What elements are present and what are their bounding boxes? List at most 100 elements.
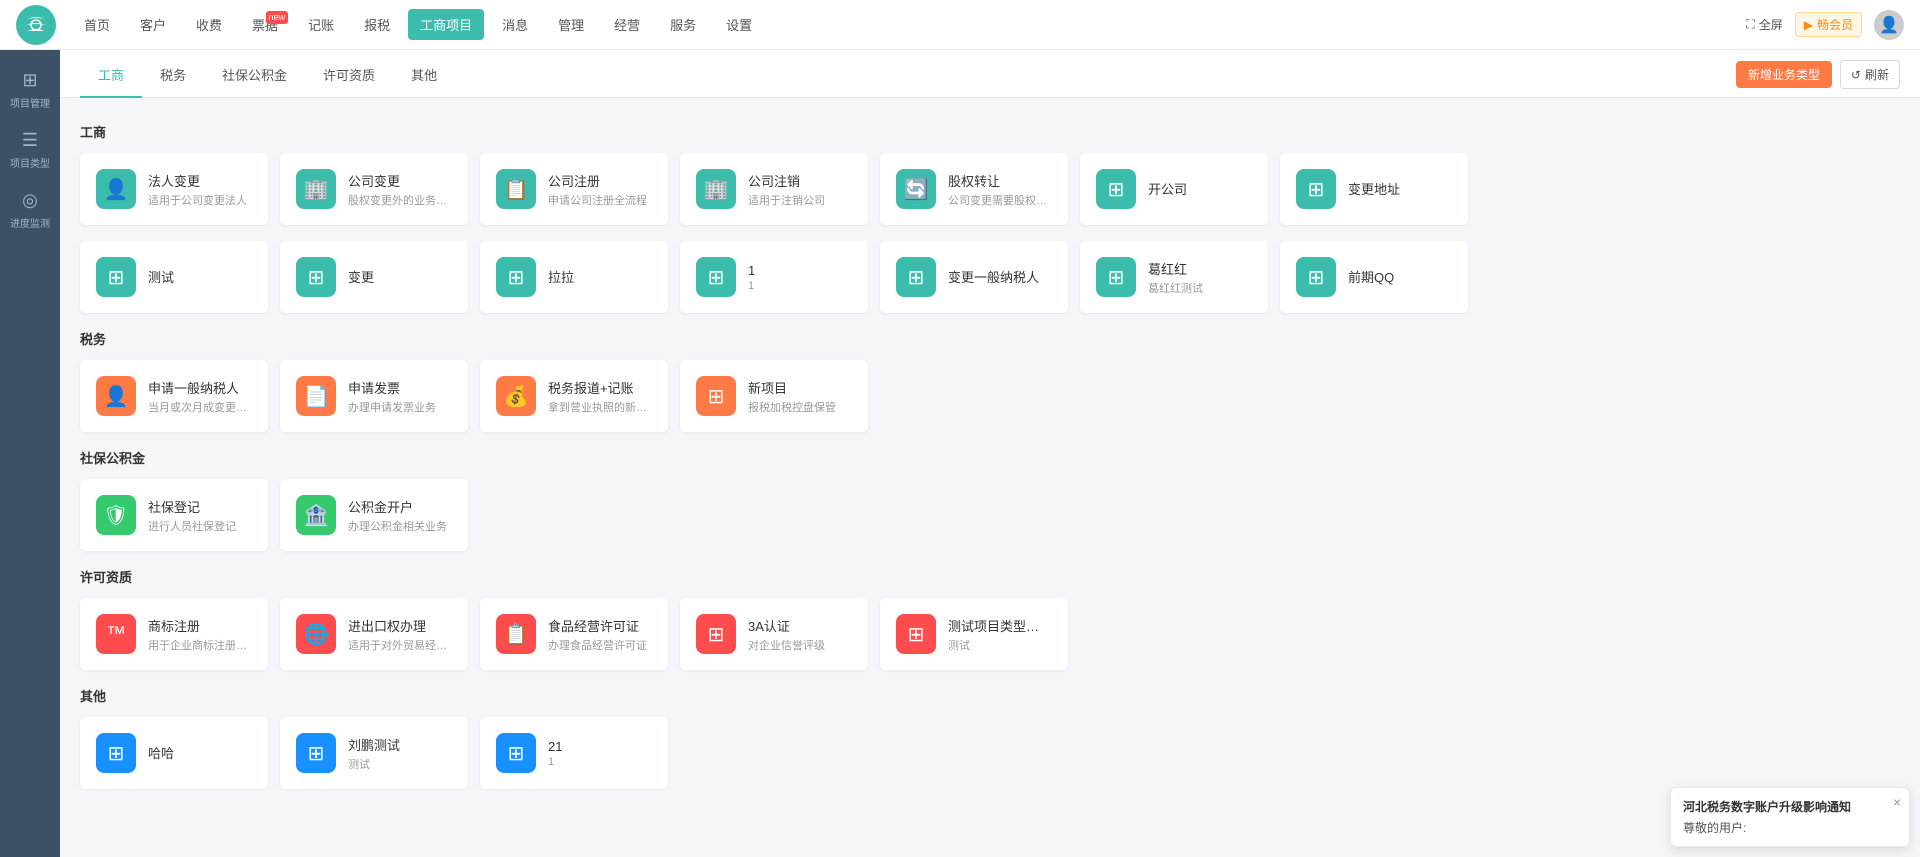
card-former-qq[interactable]: ⊞ 前期QQ	[1280, 241, 1468, 313]
card-open-company[interactable]: ⊞ 开公司	[1080, 153, 1268, 225]
card-title-fund-open: 公积金开户	[348, 497, 452, 516]
card-desc-liupeng-test: 测试	[348, 756, 452, 772]
card-title-test: 测试	[148, 267, 252, 286]
card-desc-company-register: 申请公司注册全流程	[548, 192, 652, 208]
card-desc-one: 1	[748, 280, 852, 292]
card-import-export[interactable]: 🌐 进出口权办理 适用于对外贸易经营者	[280, 598, 468, 670]
tab-license[interactable]: 许可资质	[305, 65, 393, 98]
card-3a-cert[interactable]: ⊞ 3A认证 对企业信誉评级	[680, 598, 868, 670]
nav-settings[interactable]: 设置	[714, 9, 764, 40]
card-company-change[interactable]: 🏢 公司变更 股权变更外的业务变更	[280, 153, 468, 225]
card-desc-apply-invoice: 办理申请发票业务	[348, 399, 452, 415]
section-title-other: 其他	[80, 686, 1900, 705]
card-desc-3a-cert: 对企业信誉评级	[748, 637, 852, 653]
member-icon: ▶	[1804, 18, 1813, 32]
card-desc-import-export: 适用于对外贸易经营者	[348, 637, 452, 653]
card-company-cancel[interactable]: 🏢 公司注销 适用于注销公司	[680, 153, 868, 225]
notification-content: 尊敬的用户:	[1683, 819, 1897, 836]
member-btn[interactable]: ▶ 畅会员	[1795, 12, 1862, 37]
card-test[interactable]: ⊞ 测试	[80, 241, 268, 313]
card-icon-tax-report: 💰	[496, 376, 536, 416]
logo[interactable]	[16, 5, 56, 45]
card-icon-liupeng-test: ⊞	[296, 733, 336, 773]
nav-customer[interactable]: 客户	[128, 9, 178, 40]
cards-grid-industrial: 👤 法人变更 适用于公司变更法人 🏢 公司变更 股权变更外的业务变更	[80, 153, 1900, 225]
card-change-address[interactable]: ⊞ 变更地址	[1280, 153, 1468, 225]
tab-social[interactable]: 社保公积金	[204, 65, 305, 98]
nav-operation[interactable]: 经营	[602, 9, 652, 40]
card-test-type[interactable]: ⊞ 测试项目类型目定义 测试	[880, 598, 1068, 670]
card-tax-report[interactable]: 💰 税务报道+记账 拿到营业执照的新公司	[480, 360, 668, 432]
card-icon-import-export: 🌐	[296, 614, 336, 654]
card-icon-lala: ⊞	[496, 257, 536, 297]
topnav-right: ⛶ 全屏 ▶ 畅会员 👤	[1746, 10, 1904, 40]
cards-grid-other: ⊞ 哈哈 ⊞ 刘鹏测试 测试 ⊞	[80, 717, 1900, 789]
card-title-haha: 哈哈	[148, 743, 252, 762]
notification-title: 河北税务数字账户升级影响通知	[1683, 798, 1897, 815]
nav-ticket[interactable]: 票据 new	[240, 9, 290, 40]
card-desc-fund-open: 办理公积金相关业务	[348, 518, 452, 534]
card-legal-change[interactable]: 👤 法人变更 适用于公司变更法人	[80, 153, 268, 225]
card-fund-open[interactable]: 🏦 公积金开户 办理公积金相关业务	[280, 479, 468, 551]
card-desc-tax-report: 拿到营业执照的新公司	[548, 399, 652, 415]
card-icon-open-company: ⊞	[1096, 169, 1136, 209]
nav-industrial[interactable]: 工商项目	[408, 9, 484, 40]
card-title-change-taxpayer: 变更一般纳税人	[948, 267, 1052, 286]
card-title-3a-cert: 3A认证	[748, 616, 852, 635]
card-title-company-register: 公司注册	[548, 171, 652, 190]
card-twenty-one[interactable]: ⊞ 21 1	[480, 717, 668, 789]
tab-tax[interactable]: 税务	[142, 65, 204, 98]
card-lala[interactable]: ⊞ 拉拉	[480, 241, 668, 313]
fullscreen-btn[interactable]: ⛶ 全屏	[1746, 16, 1782, 33]
fullscreen-icon: ⛶	[1746, 17, 1754, 32]
card-apply-invoice[interactable]: 📄 申请发票 办理申请发票业务	[280, 360, 468, 432]
user-avatar[interactable]: 👤	[1874, 10, 1904, 40]
card-company-register[interactable]: 📋 公司注册 申请公司注册全流程	[480, 153, 668, 225]
nav-manage[interactable]: 管理	[546, 9, 596, 40]
section-title-industrial: 工商	[80, 122, 1900, 141]
card-equity-transfer[interactable]: 🔄 股权转让 公司变更需要股权转让	[880, 153, 1068, 225]
section-title-social: 社保公积金	[80, 448, 1900, 467]
card-title-mohonghong: 葛红红	[1148, 259, 1252, 278]
sidebar-project-manage[interactable]: ⊞ 项目管理	[0, 60, 60, 120]
refresh-button[interactable]: ↺ 刷新	[1840, 60, 1900, 89]
card-title-open-company: 开公司	[1148, 179, 1252, 198]
section-title-tax: 税务	[80, 329, 1900, 348]
add-business-type-button[interactable]: 新增业务类型	[1736, 61, 1832, 88]
card-food-license[interactable]: 📋 食品经营许可证 办理食品经营许可证	[480, 598, 668, 670]
card-trademark[interactable]: ™ 商标注册 用于企业商标注册服务	[80, 598, 268, 670]
nav-bookkeeping[interactable]: 记账	[296, 9, 346, 40]
nav-service[interactable]: 服务	[658, 9, 708, 40]
card-liupeng-test[interactable]: ⊞ 刘鹏测试 测试	[280, 717, 468, 789]
card-icon-twenty-one: ⊞	[496, 733, 536, 773]
card-title-lala: 拉拉	[548, 267, 652, 286]
card-social-register[interactable]: 🛡 社保登记 进行人员社保登记	[80, 479, 268, 551]
tab-other[interactable]: 其他	[393, 65, 455, 98]
logo-icon	[24, 13, 48, 37]
nav-message[interactable]: 消息	[490, 9, 540, 40]
sidebar-progress-monitor[interactable]: ◎ 进度监测	[0, 180, 60, 240]
card-icon-company-register: 📋	[496, 169, 536, 209]
card-haha[interactable]: ⊞ 哈哈	[80, 717, 268, 789]
card-apply-taxpayer[interactable]: 👤 申请一般纳税人 当月或次月成变更完成	[80, 360, 268, 432]
page-content: 工商 税务 社保公积金 许可资质 其他 新增业务类型 ↺ 刷新 工商	[60, 50, 1920, 857]
card-icon-new-project: ⊞	[696, 376, 736, 416]
card-title-import-export: 进出口权办理	[348, 616, 452, 635]
progress-monitor-icon: ◎	[22, 190, 38, 211]
card-icon-test: ⊞	[96, 257, 136, 297]
notification-close-btn[interactable]: ×	[1893, 794, 1901, 810]
card-title-apply-taxpayer: 申请一般纳税人	[148, 378, 252, 397]
card-change-taxpayer[interactable]: ⊞ 变更一般纳税人	[880, 241, 1068, 313]
card-icon-former-qq: ⊞	[1296, 257, 1336, 297]
sidebar-project-type[interactable]: ☰ 项目类型	[0, 120, 60, 180]
card-desc-test-type: 测试	[948, 637, 1052, 653]
card-change[interactable]: ⊞ 变更	[280, 241, 468, 313]
cards-grid-industrial-row2: ⊞ 测试 ⊞ 变更 ⊞	[80, 241, 1900, 313]
nav-home[interactable]: 首页	[72, 9, 122, 40]
nav-tax[interactable]: 报税	[352, 9, 402, 40]
tab-industrial[interactable]: 工商	[80, 65, 142, 98]
card-mohonghong[interactable]: ⊞ 葛红红 葛红红测试	[1080, 241, 1268, 313]
card-one[interactable]: ⊞ 1 1	[680, 241, 868, 313]
card-new-project[interactable]: ⊞ 新项目 报税加税控盘保管	[680, 360, 868, 432]
nav-collection[interactable]: 收费	[184, 9, 234, 40]
